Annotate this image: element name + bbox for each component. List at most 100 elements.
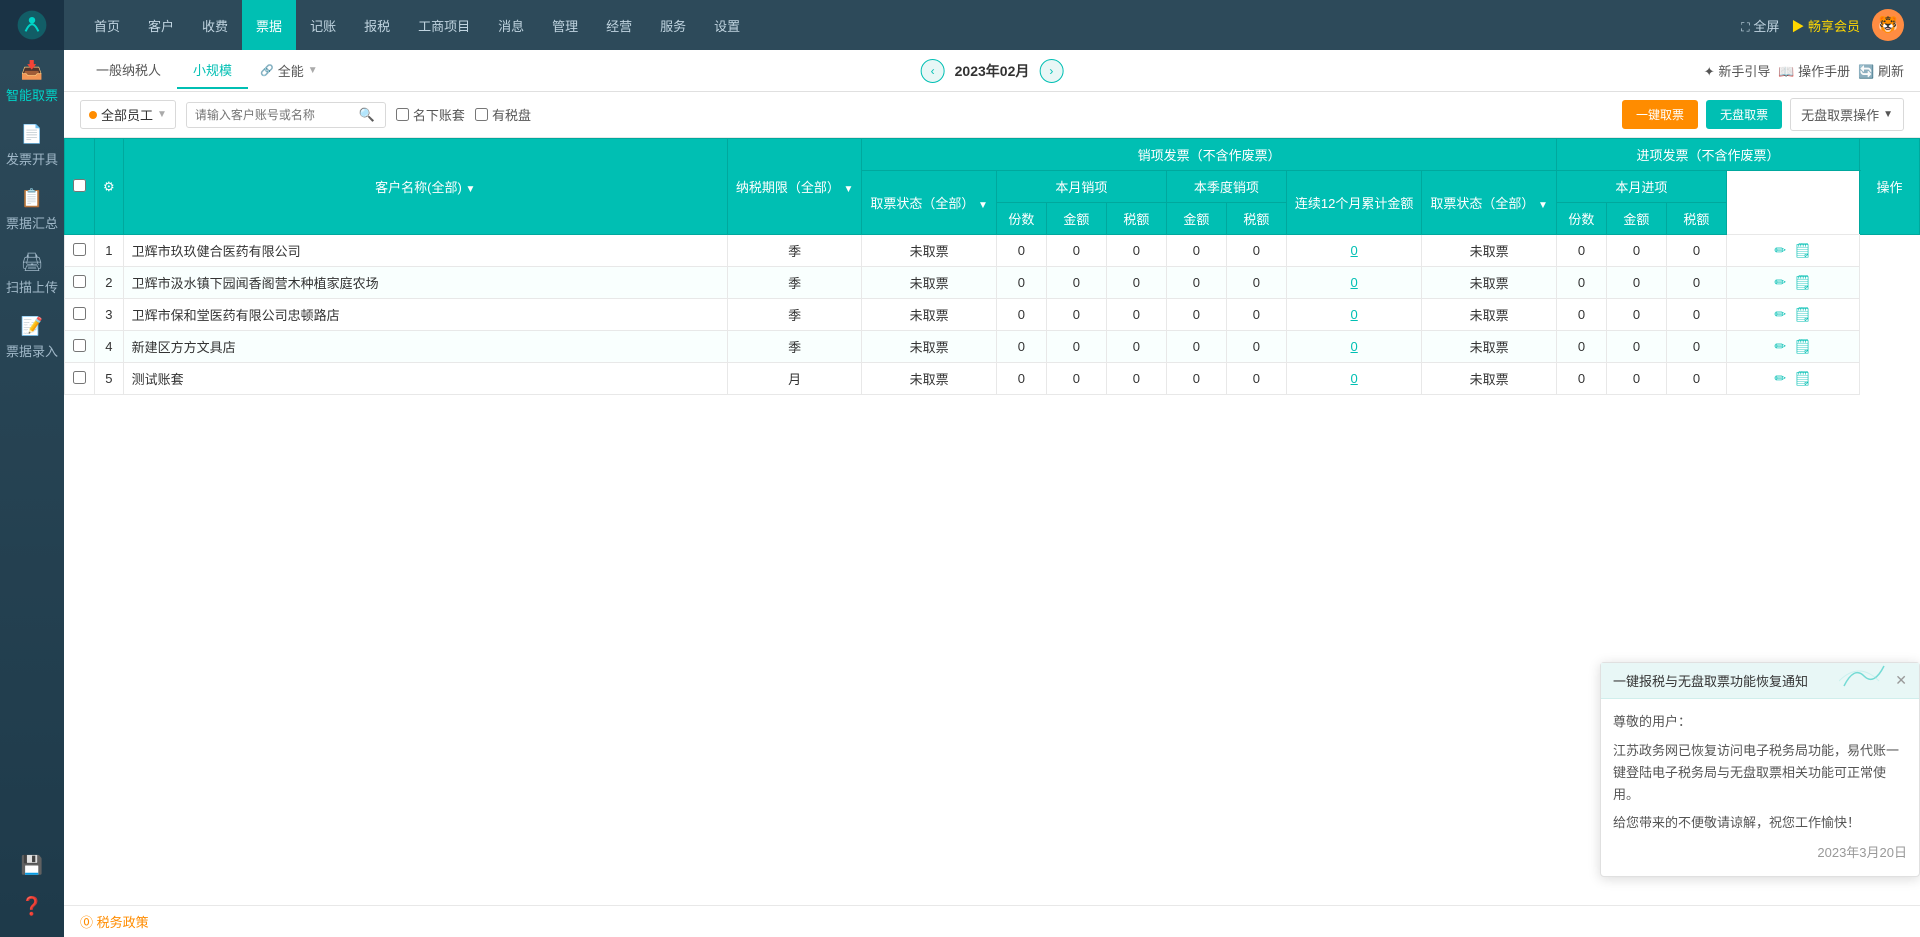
view-icon[interactable]: 🗒 — [1794, 274, 1812, 290]
filter-icon-fetch-out[interactable]: ▼ — [978, 200, 988, 211]
row-checkbox[interactable] — [65, 235, 95, 267]
th-monthly-purchase: 本月进项 — [1556, 171, 1726, 203]
tax-policy-link[interactable]: ⓪ 税务政策 — [80, 912, 149, 931]
row-name: 卫辉市汲水镇下园闻香阁营木种植家庭农场 — [123, 267, 727, 299]
sidebar-item-entry[interactable]: 📝 票据录入 — [0, 306, 64, 370]
fullscreen-btn[interactable]: ⛶ 全屏 — [1741, 16, 1779, 35]
nav-home[interactable]: 首页 — [80, 0, 134, 50]
settings-icon[interactable]: ⚙ — [103, 179, 115, 194]
sidebar-item-scan[interactable]: 🖨 扫描上传 — [0, 242, 64, 306]
row-qs-amount: 0 — [1166, 267, 1226, 299]
new-guide-btn[interactable]: ✦ 新手引导 — [1704, 61, 1771, 80]
row-12m[interactable]: 0 — [1286, 331, 1421, 363]
edit-icon[interactable]: ✏ — [1774, 306, 1786, 322]
nav-tax[interactable]: 报税 — [350, 0, 404, 50]
nav-invoice[interactable]: 票据 — [242, 0, 296, 50]
th-ms-amount: 金额 — [1046, 203, 1106, 235]
diskless-fetch-ops-btn[interactable]: 无盘取票操作 ▼ — [1790, 98, 1904, 131]
row-mp-amount: 0 — [1606, 235, 1666, 267]
filter-icon-period[interactable]: ▼ — [843, 184, 853, 195]
edit-icon[interactable]: ✏ — [1774, 370, 1786, 386]
row-ms-copies: 0 — [996, 363, 1046, 395]
table-row: 3 卫辉市保和堂医药有限公司忠顿路店 季 未取票 0 0 0 0 0 0 未取票… — [65, 299, 1920, 331]
has-taxpad-checkbox[interactable] — [475, 108, 488, 121]
view-icon[interactable]: 🗒 — [1794, 370, 1812, 386]
nav-operation[interactable]: 经营 — [592, 0, 646, 50]
notif-line3: 给您带来的不便敬请谅解，祝您工作愉快！ — [1613, 812, 1907, 834]
row-name: 卫辉市玖玖健合医药有限公司 — [123, 235, 727, 267]
subtab-all[interactable]: 🔗 全能 ▼ — [248, 53, 330, 88]
notification-popup: 一键报税与无盘取票功能恢复通知 ✕ 尊敬的用户： 江苏政务网已恢复访问电子税务局… — [1600, 662, 1920, 877]
main-table: ⚙ 客户名称(全部) ▼ 纳税期限（全部） ▼ 销项发票（不含作废票） 进项发票… — [64, 138, 1920, 395]
nav-message[interactable]: 消息 — [484, 0, 538, 50]
sidebar-item-label: 扫描上传 — [6, 277, 58, 296]
subtab-general[interactable]: 一般纳税人 — [80, 52, 177, 89]
date-navigation: ‹ 2023年02月 › — [921, 59, 1064, 83]
search-icon[interactable]: 🔍 — [359, 107, 375, 123]
refresh-btn[interactable]: 🔄 刷新 — [1858, 61, 1904, 80]
next-date-btn[interactable]: › — [1039, 59, 1063, 83]
row-no: 1 — [95, 235, 124, 267]
row-no: 3 — [95, 299, 124, 331]
search-input[interactable] — [195, 108, 355, 122]
nav-bookkeeping[interactable]: 记账 — [296, 0, 350, 50]
row-actions: ✏ 🗒 — [1726, 235, 1859, 267]
edit-icon[interactable]: ✏ — [1774, 274, 1786, 290]
notif-date: 2023年3月20日 — [1613, 842, 1907, 864]
vip-btn[interactable]: ▶ 畅享会员 — [1791, 16, 1860, 35]
notif-close-btn[interactable]: ✕ — [1895, 672, 1907, 689]
notif-header: 一键报税与无盘取票功能恢复通知 ✕ — [1601, 663, 1919, 699]
row-12m[interactable]: 0 — [1286, 267, 1421, 299]
nav-billing[interactable]: 收费 — [188, 0, 242, 50]
filter-icon-customer[interactable]: ▼ — [465, 184, 475, 195]
row-12m[interactable]: 0 — [1286, 363, 1421, 395]
checkbox-has-taxpad[interactable]: 有税盘 — [475, 105, 531, 124]
user-avatar[interactable]: 🐯 — [1872, 9, 1904, 41]
current-date: 2023年02月 — [955, 61, 1030, 81]
row-mp-amount: 0 — [1606, 363, 1666, 395]
filter-icon-fetch-in[interactable]: ▼ — [1538, 200, 1548, 211]
filterbar: 全部员工 ▼ 🔍 名下账套 有税盘 一键取票 无盘取票 无盘取票操作 ▼ — [64, 92, 1920, 138]
nav-client[interactable]: 客户 — [134, 0, 188, 50]
th-quarterly-sales: 本季度销项 — [1166, 171, 1286, 203]
row-checkbox[interactable] — [65, 267, 95, 299]
row-ms-amount: 0 — [1046, 299, 1106, 331]
row-ms-copies: 0 — [996, 331, 1046, 363]
edit-icon[interactable]: ✏ — [1774, 242, 1786, 258]
notif-title: 一键报税与无盘取票功能恢复通知 — [1613, 671, 1808, 690]
row-12m[interactable]: 0 — [1286, 299, 1421, 331]
prev-date-btn[interactable]: ‹ — [921, 59, 945, 83]
th-settings: ⚙ — [95, 139, 124, 235]
select-all-checkbox[interactable] — [73, 179, 86, 192]
row-ms-tax: 0 — [1106, 299, 1166, 331]
row-ms-copies: 0 — [996, 267, 1046, 299]
sidebar-item-issue[interactable]: 📄 发票开具 — [0, 114, 64, 178]
sidebar: 📥 智能取票 📄 发票开具 📋 票据汇总 🖨 扫描上传 📝 票据录入 💾 ❓ — [0, 0, 64, 937]
diskless-fetch-btn[interactable]: 无盘取票 — [1706, 100, 1782, 129]
row-qs-tax: 0 — [1226, 235, 1286, 267]
row-qs-amount: 0 — [1166, 299, 1226, 331]
sidebar-item-help[interactable]: ❓ — [0, 886, 64, 927]
sidebar-item-summary[interactable]: 📋 票据汇总 — [0, 178, 64, 242]
nav-settings[interactable]: 设置 — [700, 0, 754, 50]
row-ms-copies: 0 — [996, 235, 1046, 267]
nav-service[interactable]: 服务 — [646, 0, 700, 50]
view-icon[interactable]: 🗒 — [1794, 306, 1812, 322]
view-icon[interactable]: 🗒 — [1794, 338, 1812, 354]
row-12m[interactable]: 0 — [1286, 235, 1421, 267]
row-checkbox[interactable] — [65, 331, 95, 363]
checkbox-name-account[interactable]: 名下账套 — [396, 105, 465, 124]
subtab-small[interactable]: 小规模 — [177, 52, 248, 89]
sidebar-item-smart-fetch[interactable]: 📥 智能取票 — [0, 50, 64, 114]
name-account-checkbox[interactable] — [396, 108, 409, 121]
one-click-fetch-btn[interactable]: 一键取票 — [1622, 100, 1698, 129]
sidebar-item-download[interactable]: 💾 — [0, 845, 64, 886]
row-checkbox[interactable] — [65, 363, 95, 395]
nav-business[interactable]: 工商项目 — [404, 0, 484, 50]
edit-icon[interactable]: ✏ — [1774, 338, 1786, 354]
employee-select[interactable]: 全部员工 ▼ — [80, 100, 176, 129]
row-checkbox[interactable] — [65, 299, 95, 331]
manual-btn[interactable]: 📖 操作手册 — [1778, 61, 1850, 80]
nav-management[interactable]: 管理 — [538, 0, 592, 50]
view-icon[interactable]: 🗒 — [1794, 242, 1812, 258]
